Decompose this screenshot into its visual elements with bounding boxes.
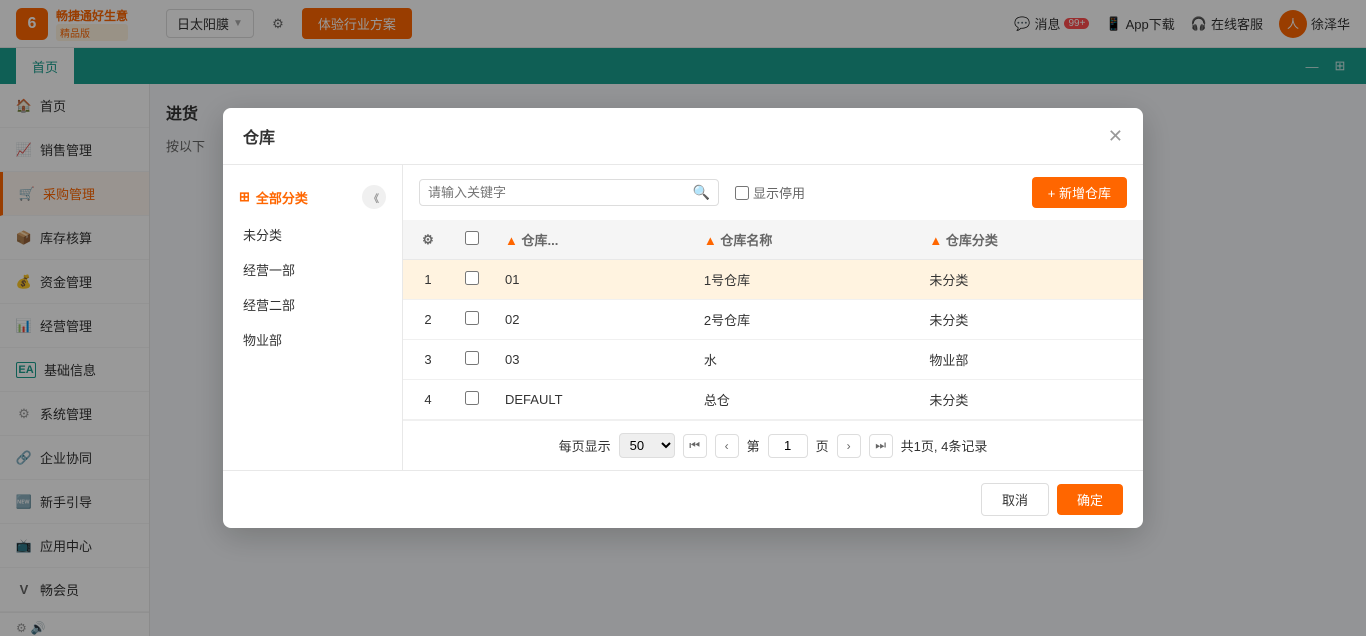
page-label-suffix: 页: [816, 436, 829, 455]
modal-body: ⊞ 全部分类 《 未分类 经营一部 经营二部 物业部 🔍: [223, 165, 1143, 470]
row-category-4: 未分类: [917, 380, 1143, 420]
row-settings-2: 2: [403, 300, 453, 340]
row-category-2: 未分类: [917, 300, 1143, 340]
col-settings: ⚙: [403, 220, 453, 260]
modal-header: 仓库 ✕: [223, 108, 1143, 165]
table-body: 1 01 1号仓库 未分类 2 02 2号仓库: [403, 260, 1143, 420]
collapse-button[interactable]: 《: [362, 185, 386, 209]
table-panel: 🔍 显示停用 + 新增仓库 ⚙: [403, 165, 1143, 470]
row-code-2: 02: [493, 300, 692, 340]
page-number-input[interactable]: [768, 434, 808, 458]
confirm-button[interactable]: 确定: [1057, 484, 1123, 515]
modal-title: 仓库: [243, 124, 275, 148]
table-scroll: ⚙ ▲ 仓库... ▲ 仓库名称: [403, 220, 1143, 420]
row-name-3: 水: [692, 340, 918, 380]
row-category-1: 未分类: [917, 260, 1143, 300]
row-code-1: 01: [493, 260, 692, 300]
search-icon: 🔍: [693, 184, 710, 201]
warehouse-modal: 仓库 ✕ ⊞ 全部分类 《 未分类 经营一部 经营二部 物业部: [223, 108, 1143, 528]
category-item-ops2[interactable]: 经营二部: [223, 287, 402, 322]
sort-icon-name: ▲: [704, 233, 717, 248]
category-item-property[interactable]: 物业部: [223, 322, 402, 357]
category-header[interactable]: ⊞ 全部分类 《: [223, 177, 402, 217]
add-warehouse-button[interactable]: + 新增仓库: [1032, 177, 1127, 208]
row-code-3: 03: [493, 340, 692, 380]
per-page-label: 每页显示: [559, 436, 611, 455]
row-checkbox-2[interactable]: [453, 300, 493, 340]
row-name-2: 2号仓库: [692, 300, 918, 340]
show-disabled-checkbox-label[interactable]: 显示停用: [735, 183, 805, 202]
table-header: ⚙ ▲ 仓库... ▲ 仓库名称: [403, 220, 1143, 260]
col-code-header[interactable]: ▲ 仓库...: [493, 220, 692, 260]
category-item-ops1[interactable]: 经营一部: [223, 252, 402, 287]
category-item-unclassified[interactable]: 未分类: [223, 217, 402, 252]
col-category-header[interactable]: ▲ 仓库分类: [917, 220, 1143, 260]
modal-overlay: 仓库 ✕ ⊞ 全部分类 《 未分类 经营一部 经营二部 物业部: [0, 0, 1366, 636]
row-checkbox-3[interactable]: [453, 340, 493, 380]
row-settings-3: 3: [403, 340, 453, 380]
first-page-btn[interactable]: ⏮: [683, 434, 707, 458]
modal-footer: 取消 确定: [223, 470, 1143, 528]
row-category-3: 物业部: [917, 340, 1143, 380]
modal-close-button[interactable]: ✕: [1108, 126, 1123, 147]
row-settings-1: 1: [403, 260, 453, 300]
row-name-4: 总仓: [692, 380, 918, 420]
per-page-select[interactable]: 50 20 100: [619, 433, 675, 458]
table-toolbar: 🔍 显示停用 + 新增仓库: [403, 165, 1143, 220]
warehouse-table: ⚙ ▲ 仓库... ▲ 仓库名称: [403, 220, 1143, 420]
search-box: 🔍: [419, 179, 719, 206]
show-disabled-label: 显示停用: [753, 183, 805, 202]
search-input[interactable]: [428, 185, 693, 200]
show-disabled-checkbox[interactable]: [735, 186, 749, 200]
table-row[interactable]: 3 03 水 物业部: [403, 340, 1143, 380]
row-name-1: 1号仓库: [692, 260, 918, 300]
next-page-btn[interactable]: ›: [837, 434, 861, 458]
table-row[interactable]: 1 01 1号仓库 未分类: [403, 260, 1143, 300]
total-info: 共1页, 4条记录: [901, 436, 988, 455]
col-name-header[interactable]: ▲ 仓库名称: [692, 220, 918, 260]
sort-icon: ▲: [505, 233, 518, 248]
select-all-checkbox[interactable]: [465, 231, 479, 245]
sort-icon-category: ▲: [929, 233, 942, 248]
table-row[interactable]: 4 DEFAULT 总仓 未分类: [403, 380, 1143, 420]
row-settings-4: 4: [403, 380, 453, 420]
last-page-btn[interactable]: ⏭: [869, 434, 893, 458]
row-checkbox-4[interactable]: [453, 380, 493, 420]
page-label-prefix: 第: [747, 436, 760, 455]
row-checkbox-1[interactable]: [453, 260, 493, 300]
category-panel: ⊞ 全部分类 《 未分类 经营一部 经营二部 物业部: [223, 165, 403, 470]
table-row[interactable]: 2 02 2号仓库 未分类: [403, 300, 1143, 340]
category-header-label: 全部分类: [256, 188, 308, 207]
prev-page-btn[interactable]: ‹: [715, 434, 739, 458]
pagination: 每页显示 50 20 100 ⏮ ‹ 第 页 › ⏭ 共1页, 4条记录: [403, 420, 1143, 470]
category-grid-icon: ⊞: [239, 189, 250, 205]
row-code-4: DEFAULT: [493, 380, 692, 420]
col-checkbox: [453, 220, 493, 260]
cancel-button[interactable]: 取消: [981, 483, 1049, 516]
